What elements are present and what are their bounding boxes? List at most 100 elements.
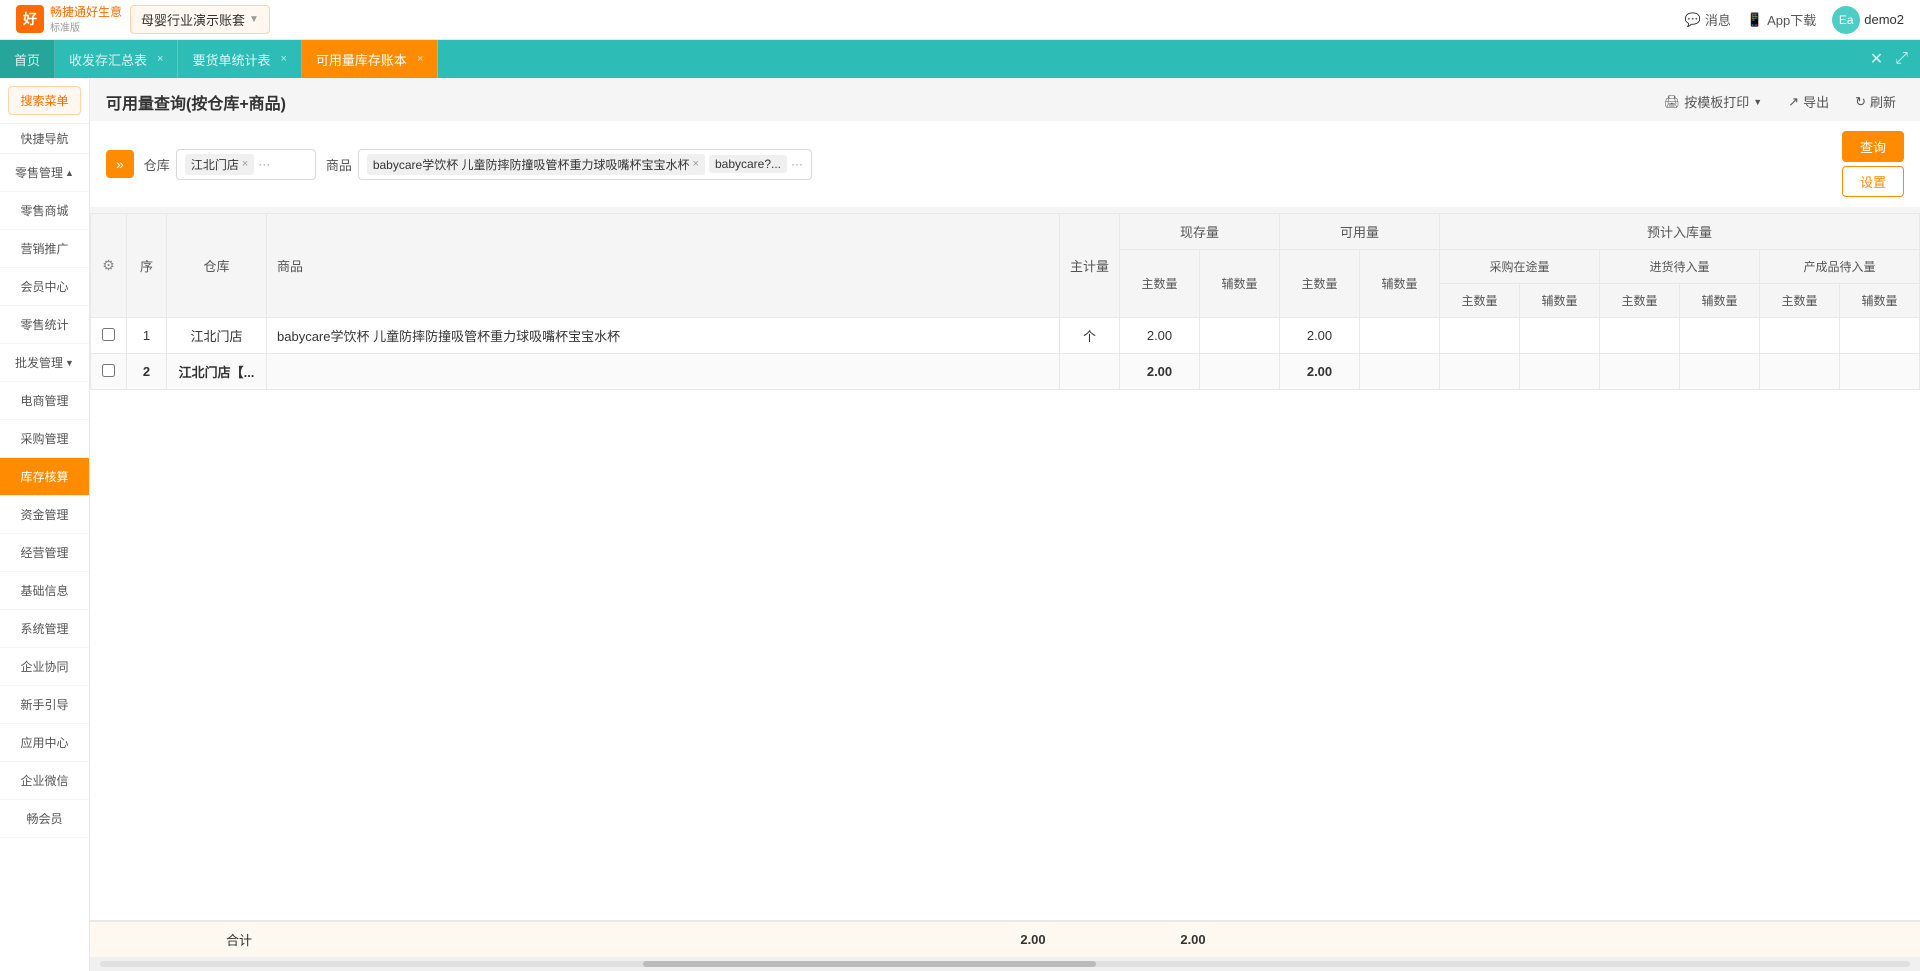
refresh-btn[interactable]: ↻ 刷新 <box>1847 88 1904 115</box>
print-arrow-icon: ▼ <box>1753 97 1762 107</box>
col-current-aux-header: 辅数量 <box>1200 250 1280 318</box>
home-tab-label: 首页 <box>14 50 40 69</box>
query-btn[interactable]: 查询 <box>1842 131 1904 162</box>
sidebar-item-ecommerce-mgmt[interactable]: 电商管理 <box>0 382 89 420</box>
sidebar-item-enterprise-label: 企业协同 <box>20 658 68 675</box>
sidebar-item-marketing-label: 营销推广 <box>20 240 68 257</box>
sidebar-item-enterprise-wechat[interactable]: 企业微信 <box>0 762 89 800</box>
col-purchase-aux-header: 辅数量 <box>1520 284 1600 318</box>
company-selector[interactable]: 母婴行业演示账套 ▼ <box>130 5 270 34</box>
search-menu-btn[interactable]: 搜索菜单 <box>8 86 81 115</box>
receipts-tab-close[interactable]: × <box>157 53 163 65</box>
row-check-1[interactable] <box>102 364 115 377</box>
printer-icon: 🖨 <box>1664 94 1681 110</box>
sidebar-item-vip-label: 畅会员 <box>26 810 62 827</box>
page-header: 可用量查询(按仓库+商品) 🖨 按模板打印 ▼ ↗ 导出 ↻ 刷新 <box>90 78 1920 121</box>
row-checkbox-1[interactable] <box>91 354 127 390</box>
sidebar-item-system-mgmt[interactable]: 系统管理 <box>0 610 89 648</box>
scrollbar-thumb <box>643 961 1096 967</box>
col-purchase-intransit-header: 采购在途量 <box>1440 250 1600 284</box>
row-checkbox-0[interactable] <box>91 318 127 354</box>
app-icon: 📱 <box>1747 12 1763 28</box>
col-inbound-aux-header: 辅数量 <box>1680 284 1760 318</box>
message-btn[interactable]: 💬 消息 <box>1685 10 1731 29</box>
tab-receipts[interactable]: 收发存汇总表 × <box>55 40 178 78</box>
sidebar-item-ops-label: 经营管理 <box>20 544 68 561</box>
warehouse-filter-input[interactable]: 江北门店 × ··· <box>176 149 316 180</box>
table-settings-icon[interactable]: ⚙ <box>102 257 115 273</box>
filter-expand-btn[interactable]: » <box>106 150 134 178</box>
chevron-icon: ▲ <box>65 168 74 178</box>
col-warehouse-header: 仓库 <box>167 214 267 318</box>
footer-available-main: 2.00 <box>1153 932 1233 947</box>
sidebar-item-basic-info[interactable]: 基础信息 <box>0 572 89 610</box>
sidebar-item-inventory-label: 库存核算 <box>20 468 68 485</box>
sidebar-item-marketing[interactable]: 营销推广 <box>0 230 89 268</box>
export-label: 导出 <box>1803 92 1829 111</box>
close-window-btn[interactable]: ✕ <box>1866 45 1887 73</box>
row-check-0[interactable] <box>102 328 115 341</box>
row-num-0: 1 <box>127 318 167 354</box>
sidebar-item-retail-mall[interactable]: 零售商城 <box>0 192 89 230</box>
page-title: 可用量查询(按仓库+商品) <box>106 90 286 114</box>
col-product-header: 商品 <box>267 214 1060 318</box>
product-filter-label: 商品 <box>326 155 352 174</box>
tab-inventory[interactable]: 可用量库存账本 × <box>302 40 438 78</box>
user-name: demo2 <box>1864 12 1904 27</box>
sidebar-item-wechat-label: 企业微信 <box>20 772 68 789</box>
product-tag-2-text: babycare?... <box>715 157 781 171</box>
app-download-btn[interactable]: 📱 App下载 <box>1747 10 1816 29</box>
sidebar-item-enterprise-collab[interactable]: 企业协同 <box>0 648 89 686</box>
col-inbound-pending-header: 进货待入量 <box>1600 250 1760 284</box>
maximize-btn[interactable]: ⤢ <box>1891 46 1912 72</box>
message-icon: 💬 <box>1685 12 1701 28</box>
sidebar-item-vip-member[interactable]: 畅会员 <box>0 800 89 838</box>
sidebar-item-finance-mgmt[interactable]: 资金管理 <box>0 496 89 534</box>
sidebar-item-member-center[interactable]: 会员中心 <box>0 268 89 306</box>
product-tag-2: babycare?... <box>709 155 787 173</box>
user-area[interactable]: Ea demo2 <box>1832 6 1904 34</box>
sidebar-item-ops-mgmt[interactable]: 经营管理 <box>0 534 89 572</box>
orders-tab-close[interactable]: × <box>280 53 286 65</box>
col-settings-header: ⚙ <box>91 214 127 318</box>
row-warehouse-1: 江北门店【... <box>167 354 267 390</box>
row-product-1 <box>267 354 1060 390</box>
row-current-aux-0 <box>1200 318 1280 354</box>
product-more-btn[interactable]: ··· <box>791 157 803 171</box>
product-filter-input[interactable]: babycare学饮杯 儿童防摔防撞吸管杯重力球吸嘴杯宝宝水杯 × babyca… <box>358 149 812 180</box>
sidebar-item-retail-mgmt-label: 零售管理 <box>15 164 63 181</box>
col-products-aux-header: 辅数量 <box>1840 284 1920 318</box>
row-products-main-0 <box>1760 318 1840 354</box>
sidebar-item-app-center[interactable]: 应用中心 <box>0 724 89 762</box>
row-products-aux-0 <box>1840 318 1920 354</box>
quick-nav-btn[interactable]: 快捷导航 <box>0 124 89 154</box>
warehouse-tag-remove[interactable]: × <box>242 158 248 170</box>
inventory-tab-close[interactable]: × <box>417 53 423 65</box>
export-btn[interactable]: ↗ 导出 <box>1780 88 1837 115</box>
tab-home[interactable]: 首页 <box>0 40 55 78</box>
sidebar-item-purchase-label: 采购管理 <box>20 430 68 447</box>
sidebar: 搜索菜单 快捷导航 零售管理 ▲ 零售商城 营销推广 会员中心 零售统计 批发管… <box>0 78 90 971</box>
col-mainunit-header: 主计量 <box>1059 214 1119 318</box>
horizontal-scrollbar[interactable] <box>90 957 1920 971</box>
product-tag-1-remove[interactable]: × <box>693 158 699 170</box>
col-purchase-main-header: 主数量 <box>1440 284 1520 318</box>
sidebar-item-retail-stats[interactable]: 零售统计 <box>0 306 89 344</box>
setting-btn[interactable]: 设置 <box>1842 166 1904 197</box>
table-row: 1 江北门店 babycare学饮杯 儿童防摔防撞吸管杯重力球吸嘴杯宝宝水杯 个… <box>91 318 1920 354</box>
app-download-label: App下载 <box>1767 10 1816 29</box>
warehouse-more-btn[interactable]: ··· <box>258 157 270 171</box>
row-unit-1 <box>1059 354 1119 390</box>
tab-orders[interactable]: 要货单统计表 × <box>178 40 301 78</box>
col-expected-in-header: 预计入库量 <box>1440 214 1920 250</box>
row-unit-0: 个 <box>1059 318 1119 354</box>
sidebar-item-wholesale-mgmt[interactable]: 批发管理 ▼ <box>0 344 89 382</box>
sidebar-item-new-guide[interactable]: 新手引导 <box>0 686 89 724</box>
sidebar-item-inventory-check[interactable]: 库存核算 <box>0 458 89 496</box>
row-purchase-aux-0 <box>1520 318 1600 354</box>
table-row: 2 江北门店【... 2.00 2.00 <box>91 354 1920 390</box>
page-header-actions: 🖨 按模板打印 ▼ ↗ 导出 ↻ 刷新 <box>1656 88 1904 115</box>
print-btn[interactable]: 🖨 按模板打印 ▼ <box>1656 88 1770 115</box>
sidebar-item-retail-mgmt[interactable]: 零售管理 ▲ <box>0 154 89 192</box>
sidebar-item-purchase-mgmt[interactable]: 采购管理 <box>0 420 89 458</box>
